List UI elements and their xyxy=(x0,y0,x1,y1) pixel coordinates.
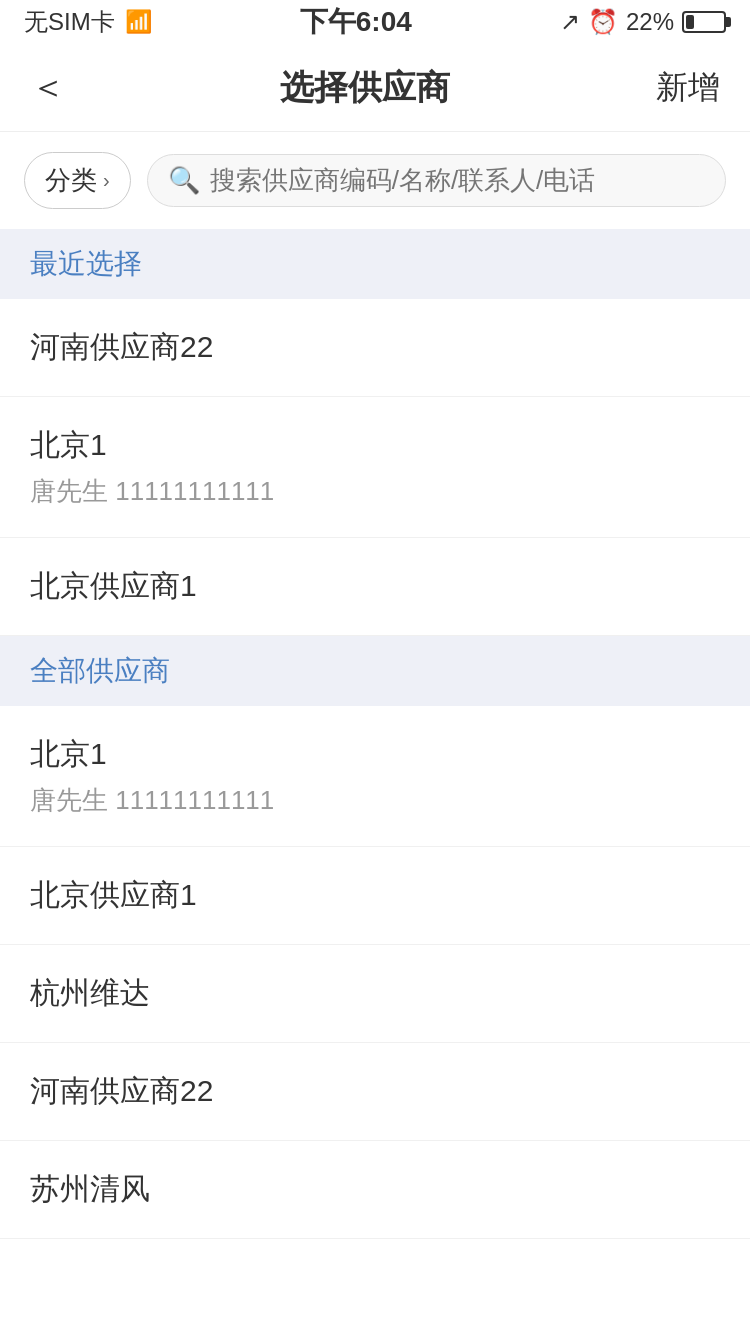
status-left: 无SIM卡 📶 xyxy=(24,6,152,38)
battery-percentage: 22% xyxy=(626,8,674,36)
all-section-header: 全部供应商 xyxy=(0,636,750,706)
category-label: 分类 xyxy=(45,163,97,198)
search-input[interactable] xyxy=(210,165,705,196)
status-right: ↗ ⏰ 22% xyxy=(560,8,726,36)
list-item[interactable]: 北京供应商1 xyxy=(0,538,750,636)
add-button[interactable]: 新增 xyxy=(640,66,720,110)
list-item[interactable]: 杭州维达 xyxy=(0,945,750,1043)
item-detail: 唐先生 11111111111 xyxy=(30,474,720,509)
list-item[interactable]: 北京1 唐先生 11111111111 xyxy=(0,397,750,538)
search-icon: 🔍 xyxy=(168,165,200,196)
wifi-icon: 📶 xyxy=(125,9,152,35)
list-item[interactable]: 河南供应商22 xyxy=(0,299,750,397)
location-icon: ↗ xyxy=(560,8,580,36)
carrier-label: 无SIM卡 xyxy=(24,6,115,38)
list-item[interactable]: 苏州清风 xyxy=(0,1141,750,1239)
item-name: 河南供应商22 xyxy=(30,1071,720,1112)
item-name: 河南供应商22 xyxy=(30,327,720,368)
all-section-title: 全部供应商 xyxy=(30,655,170,686)
item-name: 北京1 xyxy=(30,425,720,466)
battery-fill xyxy=(686,15,694,29)
item-name: 北京1 xyxy=(30,734,720,775)
status-time: 下午6:04 xyxy=(300,3,412,41)
battery-icon xyxy=(682,11,726,33)
search-box[interactable]: 🔍 xyxy=(147,154,726,207)
status-bar: 无SIM卡 📶 下午6:04 ↗ ⏰ 22% xyxy=(0,0,750,44)
list-item[interactable]: 北京供应商1 xyxy=(0,847,750,945)
category-filter[interactable]: 分类 › xyxy=(24,152,131,209)
list-item[interactable]: 北京1 唐先生 11111111111 xyxy=(0,706,750,847)
item-name: 苏州清风 xyxy=(30,1169,720,1210)
back-button[interactable]: ＜ xyxy=(30,63,90,112)
nav-bar: ＜ 选择供应商 新增 xyxy=(0,44,750,132)
item-name: 北京供应商1 xyxy=(30,875,720,916)
recent-section-header: 最近选择 xyxy=(0,229,750,299)
page-title: 选择供应商 xyxy=(280,65,450,111)
chevron-icon: › xyxy=(103,169,110,192)
item-detail: 唐先生 11111111111 xyxy=(30,783,720,818)
list-item[interactable]: 河南供应商22 xyxy=(0,1043,750,1141)
recent-items-list: 河南供应商22 北京1 唐先生 11111111111 北京供应商1 xyxy=(0,299,750,636)
recent-section-title: 最近选择 xyxy=(30,248,142,279)
all-items-list: 北京1 唐先生 11111111111 北京供应商1 杭州维达河南供应商22 苏州清风 xyxy=(0,706,750,1239)
item-name: 北京供应商1 xyxy=(30,566,720,607)
alarm-icon: ⏰ xyxy=(588,8,618,36)
item-name: 杭州维达 xyxy=(30,973,720,1014)
filter-bar: 分类 › 🔍 xyxy=(0,132,750,229)
